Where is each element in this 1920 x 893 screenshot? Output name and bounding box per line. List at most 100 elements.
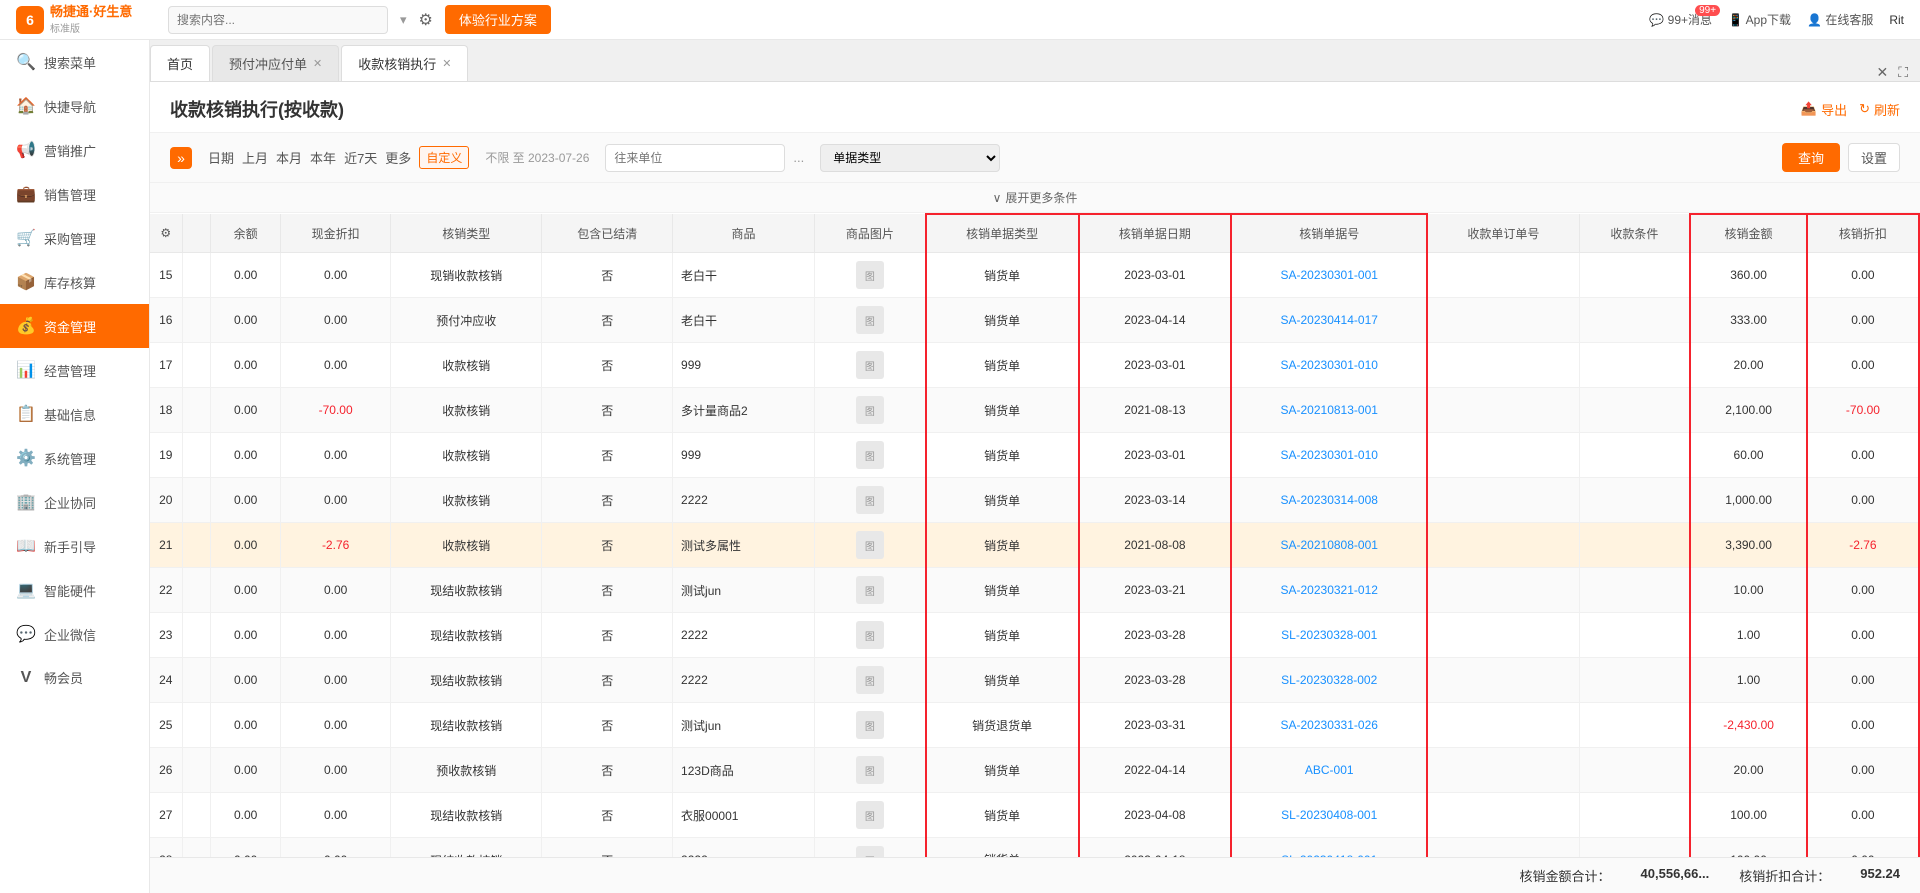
bill-report-type-cell: 销货单 — [926, 748, 1079, 793]
purchase-icon: 🛒 — [16, 228, 36, 248]
writeoff-type-cell: 现结收款核销 — [391, 613, 542, 658]
user-name[interactable]: Rit — [1889, 13, 1904, 27]
export-button[interactable]: 📤 导出 — [1801, 100, 1847, 119]
date-opt-this-month[interactable]: 本月 — [276, 148, 302, 167]
bill-report-no-cell[interactable]: SA-20230301-001 — [1231, 253, 1427, 298]
sidebar-item-finance[interactable]: 💰 资金管理 — [0, 304, 149, 348]
settings-button[interactable]: 设置 — [1848, 143, 1900, 172]
sidebar-item-base-info[interactable]: 📋 基础信息 — [0, 392, 149, 436]
collection-order-no-cell — [1427, 433, 1579, 478]
bill-report-no-link[interactable]: SA-20230331-026 — [1281, 718, 1378, 732]
bill-report-no-link[interactable]: SA-20230301-010 — [1281, 358, 1378, 372]
date-opt-7days[interactable]: 近7天 — [344, 148, 377, 167]
sidebar-item-inventory[interactable]: 📦 库存核算 — [0, 260, 149, 304]
bill-report-no-link[interactable]: SA-20210808-001 — [1281, 538, 1378, 552]
bill-report-no-cell[interactable]: SA-20230331-026 — [1231, 703, 1427, 748]
row-num-cell: 22 — [150, 568, 182, 613]
bill-report-type-cell: 销货单 — [926, 838, 1079, 858]
sidebar-item-operations[interactable]: 📊 经营管理 — [0, 348, 149, 392]
tab-prepay-close-icon[interactable]: ✕ — [313, 57, 322, 70]
include-settled-cell: 否 — [542, 568, 673, 613]
tab-home[interactable]: 首页 — [150, 45, 210, 81]
row-num-cell — [182, 253, 211, 298]
app-download-button[interactable]: 📱 App下载 — [1728, 11, 1791, 28]
date-opt-custom[interactable]: 自定义 — [419, 146, 469, 169]
balance-cell: 0.00 — [211, 793, 281, 838]
window-maximize-icon[interactable]: ⛶ — [1898, 64, 1908, 81]
sidebar-item-sys-admin[interactable]: ⚙️ 系统管理 — [0, 436, 149, 480]
sidebar-item-vip[interactable]: V 畅会员 — [0, 656, 149, 699]
tab-collection[interactable]: 收款核销执行 ✕ — [341, 45, 468, 81]
gear-icon[interactable]: ⚙ — [419, 10, 433, 30]
bill-report-no-cell[interactable]: SA-20230321-012 — [1231, 568, 1427, 613]
sidebar-item-enterprise[interactable]: 🏢 企业协同 — [0, 480, 149, 524]
balance-cell: 0.00 — [211, 748, 281, 793]
online-service-button[interactable]: 👤 在线客服 — [1807, 11, 1873, 28]
tab-collection-close-icon[interactable]: ✕ — [442, 57, 451, 70]
bill-report-no-cell[interactable]: SL-20230328-002 — [1231, 658, 1427, 703]
bill-report-no-cell[interactable]: ABC-001 — [1231, 748, 1427, 793]
sidebar-item-wechat[interactable]: 💬 企业微信 — [0, 612, 149, 656]
bill-report-no-cell[interactable]: SA-20230301-010 — [1231, 343, 1427, 388]
bill-report-no-link[interactable]: SA-20230301-001 — [1281, 268, 1378, 282]
column-settings-icon[interactable]: ⚙ — [160, 226, 171, 240]
bill-report-type-cell: 销货单 — [926, 568, 1079, 613]
dropdown-arrow-icon[interactable]: ▾ — [400, 12, 407, 28]
bill-report-no-cell[interactable]: SL-20230418-001 — [1231, 838, 1427, 858]
sidebar-item-sales[interactable]: 💼 销售管理 — [0, 172, 149, 216]
bill-report-no-cell[interactable]: SA-20210813-001 — [1231, 388, 1427, 433]
partner-input[interactable] — [605, 144, 785, 172]
date-opt-more[interactable]: 更多 — [385, 148, 411, 167]
th-writeoff-type: 核销类型 — [391, 214, 542, 253]
bill-report-no-link[interactable]: SL-20230328-001 — [1281, 628, 1377, 642]
include-settled-cell: 否 — [542, 253, 673, 298]
sidebar-item-search-menu[interactable]: 🔍 搜索菜单 — [0, 40, 149, 84]
date-opt-this-year[interactable]: 本年 — [310, 148, 336, 167]
sidebar-item-marketing[interactable]: 📢 营销推广 — [0, 128, 149, 172]
bill-report-no-link[interactable]: SL-20230408-001 — [1281, 808, 1377, 822]
bill-report-type-cell: 销货单 — [926, 478, 1079, 523]
sidebar-item-purchase[interactable]: 🛒 采购管理 — [0, 216, 149, 260]
footer-writeoff-amount-total: 40,556,66... — [1641, 866, 1710, 885]
row-num-cell: 17 — [150, 343, 182, 388]
sidebar-item-smart-hw[interactable]: 💻 智能硬件 — [0, 568, 149, 612]
trial-button[interactable]: 体验行业方案 — [445, 5, 551, 34]
date-opt-last-month[interactable]: 上月 — [242, 148, 268, 167]
bill-report-no-link[interactable]: SA-20230314-008 — [1281, 493, 1378, 507]
collection-condition-cell — [1579, 838, 1690, 858]
bill-report-no-link[interactable]: SA-20230301-010 — [1281, 448, 1378, 462]
filter-expand-button[interactable]: » — [170, 147, 192, 169]
expand-more-button[interactable]: ∨ 展开更多条件 — [993, 189, 1078, 206]
table-footer: 核销金额合计： 40,556,66... 核销折扣合计： 952.24 — [150, 857, 1920, 893]
refresh-button[interactable]: ↻ 刷新 — [1859, 100, 1900, 119]
writeoff-type-cell: 现结收款核销 — [391, 568, 542, 613]
message-badge: 99+ — [1695, 5, 1720, 16]
table-container[interactable]: ⚙ 余额 现金折扣 核销类型 包含已结清 商品 商品图片 核销单据类型 核销单据… — [150, 213, 1920, 857]
bill-report-no-cell[interactable]: SA-20230414-017 — [1231, 298, 1427, 343]
tab-prepay[interactable]: 预付冲应付单 ✕ — [212, 45, 339, 81]
search-input[interactable] — [168, 6, 388, 34]
bill-report-no-link[interactable]: SA-20230414-017 — [1281, 313, 1378, 327]
sidebar-item-guide[interactable]: 📖 新手引导 — [0, 524, 149, 568]
bill-type-select[interactable]: 单据类型 — [820, 144, 1000, 172]
th-settings[interactable]: ⚙ — [150, 214, 182, 253]
bill-report-no-cell[interactable]: SA-20230314-008 — [1231, 478, 1427, 523]
cash-discount-cell: 0.00 — [280, 298, 390, 343]
collection-order-no-cell — [1427, 568, 1579, 613]
partner-dots[interactable]: ... — [793, 150, 804, 165]
query-button[interactable]: 查询 — [1782, 143, 1840, 172]
message-button[interactable]: 💬 99+消息 99+ — [1649, 11, 1712, 28]
bill-report-no-cell[interactable]: SA-20230301-010 — [1231, 433, 1427, 478]
table-row: 28 0.00 0.00 现结收款核销 否 2222 图 销货单 2023-04… — [150, 838, 1919, 858]
table-row: 20 0.00 0.00 收款核销 否 2222 图 销货单 2023-03-1… — [150, 478, 1919, 523]
balance-cell: 0.00 — [211, 478, 281, 523]
bill-report-no-cell[interactable]: SL-20230328-001 — [1231, 613, 1427, 658]
window-close-icon[interactable]: ✕ — [1876, 64, 1888, 81]
bill-report-no-link[interactable]: SL-20230328-002 — [1281, 673, 1377, 687]
bill-report-no-link[interactable]: SA-20210813-001 — [1281, 403, 1378, 417]
sidebar-item-quick-nav[interactable]: 🏠 快捷导航 — [0, 84, 149, 128]
bill-report-no-cell[interactable]: SA-20210808-001 — [1231, 523, 1427, 568]
bill-report-no-link[interactable]: ABC-001 — [1305, 763, 1354, 777]
bill-report-no-link[interactable]: SA-20230321-012 — [1281, 583, 1378, 597]
bill-report-no-cell[interactable]: SL-20230408-001 — [1231, 793, 1427, 838]
